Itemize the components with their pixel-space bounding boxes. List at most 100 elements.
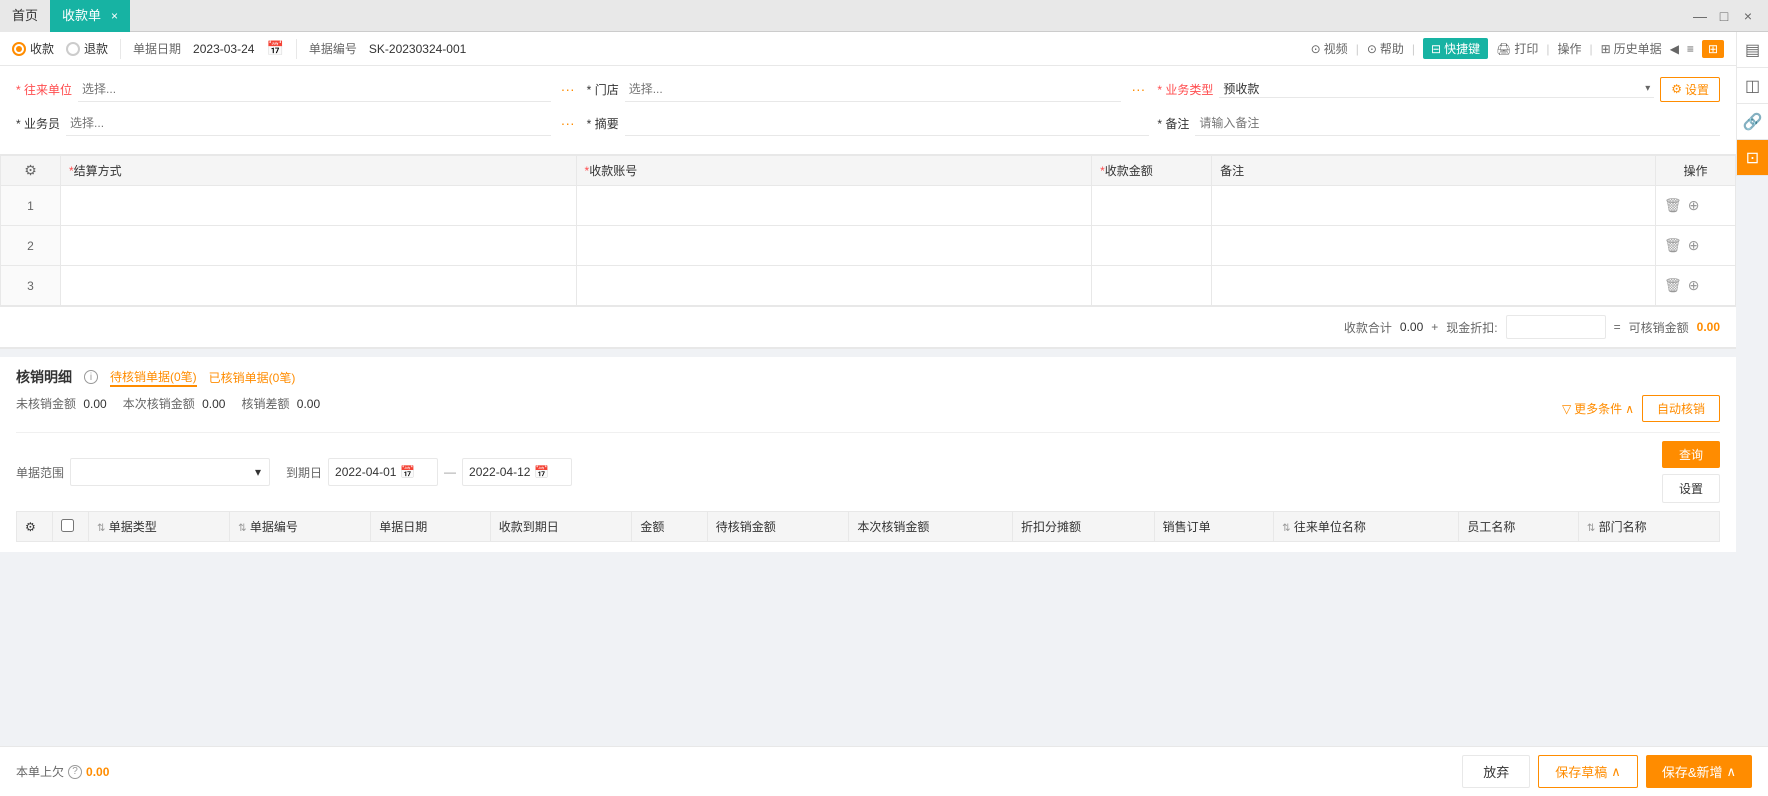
abandon-button[interactable]: 放弃 (1462, 755, 1530, 788)
form-row-2: 业务员 ··· 摘要 备注 (16, 110, 1720, 136)
row-2-remark[interactable] (1212, 226, 1656, 266)
verify-info-icon[interactable]: i (84, 370, 98, 384)
row-2-amount[interactable] (1092, 226, 1212, 266)
radio-refund[interactable]: 退款 (66, 40, 108, 57)
sidebar-icon-1[interactable]: ▤ (1736, 32, 1768, 68)
operation-btn[interactable]: 操作 (1557, 40, 1581, 57)
chevron-up-icon: ∧ (1625, 402, 1634, 416)
business-type-label: 业务类型 (1157, 81, 1213, 98)
range-select[interactable]: ▾ (70, 458, 270, 486)
row-1-delete-icon[interactable]: 🗑 (1664, 197, 1682, 214)
summary-input[interactable] (625, 110, 1150, 136)
row-3-remark[interactable] (1212, 266, 1656, 306)
toolbar-divider-1 (120, 39, 121, 59)
row-1-settlement[interactable] (61, 186, 577, 226)
verify-tab-pending[interactable]: 待核销单据(0笔) (110, 368, 197, 387)
settings-grid-btn[interactable]: ⊞ (1702, 40, 1724, 58)
bt-col-current: 本次核销金额 (849, 512, 1013, 542)
save-new-button[interactable]: 保存&新增 ∧ (1646, 755, 1752, 788)
bt-col-pending: 待核销金额 (707, 512, 849, 542)
save-draft-button[interactable]: 保存草稿 ∧ (1538, 755, 1638, 788)
row-2-settlement[interactable] (61, 226, 577, 266)
row-1-remark[interactable] (1212, 186, 1656, 226)
tab-bar: 首页 收款单 × — □ × (0, 0, 1768, 32)
right-sidebar: ▤ ◫ 🔗 ⊡ (1736, 32, 1768, 176)
sort-type-icon: ⇅ (97, 523, 105, 534)
staff-more-icon[interactable]: ··· (557, 115, 579, 131)
shortcut-btn[interactable]: ⊟ 快捷键 (1423, 38, 1488, 59)
row-3-copy-icon[interactable]: ⊕ (1688, 277, 1700, 294)
bt-gear-icon[interactable]: ⚙ (25, 520, 36, 534)
nav-left-icon[interactable]: ◀ (1670, 42, 1679, 56)
date-value: 2023-03-24 (193, 42, 254, 56)
layout-btn[interactable]: ≡ (1687, 42, 1694, 56)
staff-field: 业务员 ··· (16, 110, 579, 136)
verify-tab-done[interactable]: 已核销单据(0笔) (209, 369, 296, 386)
calendar-icon[interactable]: 📅 (266, 40, 283, 57)
sidebar-icon-4[interactable]: ⊡ (1736, 140, 1768, 176)
table-row: 2 🗑 ⊕ (1, 226, 1736, 266)
print-label: 打印 (1514, 40, 1538, 57)
tab-home[interactable]: 首页 (0, 0, 50, 32)
history-btn[interactable]: ⊞ 历史单据 (1601, 40, 1662, 57)
bt-col-checkbox (53, 512, 89, 542)
due-date-label: 到期日 (286, 464, 322, 481)
row-3-amount[interactable] (1092, 266, 1212, 306)
range-label: 单据范围 (16, 464, 64, 481)
radio-collect[interactable]: 收款 (12, 40, 54, 57)
bt-col-due-label: 收款到期日 (499, 520, 559, 534)
partner-more-icon[interactable]: ··· (557, 81, 579, 97)
save-new-label: 保存&新增 (1662, 762, 1723, 781)
discount-input[interactable] (1506, 315, 1606, 339)
row-3-account[interactable] (576, 266, 1092, 306)
row-1-copy-icon[interactable]: ⊕ (1688, 197, 1700, 214)
row-2-copy-icon[interactable]: ⊕ (1688, 237, 1700, 254)
business-type-value: 预收款 (1223, 80, 1259, 97)
tab-receipt[interactable]: 收款单 × (50, 0, 130, 32)
radio-refund-dot (66, 42, 80, 56)
date-to-input[interactable]: 2022-04-12 📅 (462, 458, 572, 486)
staff-input[interactable] (66, 110, 551, 136)
shop-field: 门店 ··· (587, 76, 1150, 102)
row-3-delete-icon[interactable]: 🗑 (1664, 277, 1682, 294)
more-conditions-btn[interactable]: ▽ 更多条件 ∧ (1562, 400, 1634, 417)
partner-input[interactable] (78, 76, 551, 102)
date-from-input[interactable]: 2022-04-01 📅 (328, 458, 438, 486)
settings-button[interactable]: ⚙ 设置 (1660, 77, 1720, 102)
shop-input[interactable] (625, 76, 1122, 102)
remark-label: 备注 (1157, 115, 1189, 132)
col-settings-header: ⚙ (1, 156, 61, 186)
shop-more-icon[interactable]: ··· (1127, 81, 1149, 97)
query-button[interactable]: 查询 (1662, 441, 1720, 468)
business-type-select[interactable]: 预收款 ▾ (1219, 80, 1654, 98)
data-table-container: ⚙ *结算方式 *收款账号 *收款金额 备注 操作 (0, 155, 1736, 306)
verify-settings-button[interactable]: 设置 (1662, 474, 1720, 503)
sidebar-icon-3[interactable]: 🔗 (1736, 104, 1768, 140)
form-row-1: 往来单位 ··· 门店 ··· 业务类型 预收款 ▾ ⚙ 设置 (16, 76, 1720, 102)
bottom-info-icon[interactable]: ? (68, 765, 82, 779)
print-btn[interactable]: 🖨 打印 (1496, 40, 1538, 57)
row-1-account[interactable] (576, 186, 1092, 226)
row-1-amount[interactable] (1092, 186, 1212, 226)
filter-action-buttons: 查询 设置 (1662, 441, 1720, 503)
sep4: | (1589, 42, 1592, 56)
minimize-button[interactable]: — (1692, 8, 1708, 24)
help-btn[interactable]: ⊙ 帮助 (1367, 40, 1404, 57)
row-3-settlement[interactable] (61, 266, 577, 306)
bt-col-number: ⇅ 单据编号 (230, 512, 371, 542)
maximize-button[interactable]: □ (1716, 8, 1732, 24)
row-2-account[interactable] (576, 226, 1092, 266)
remark-input[interactable] (1195, 110, 1720, 136)
bt-select-all-checkbox[interactable] (61, 519, 74, 532)
sidebar-icon-2[interactable]: ◫ (1736, 68, 1768, 104)
tab-close-icon[interactable]: × (111, 0, 118, 32)
close-window-button[interactable]: × (1740, 8, 1756, 24)
bt-col-dept: ⇅ 部门名称 (1578, 512, 1719, 542)
table-settings-icon[interactable]: ⚙ (24, 162, 37, 178)
row-2-delete-icon[interactable]: 🗑 (1664, 237, 1682, 254)
unclaimed-stat: 未核销金额 0.00 (16, 395, 107, 412)
auto-verify-button[interactable]: 自动核销 (1642, 395, 1720, 422)
video-btn[interactable]: ⊙ 视频 (1311, 40, 1348, 57)
bt-col-current-label: 本次核销金额 (857, 520, 929, 534)
operation-label: 操作 (1557, 40, 1581, 57)
